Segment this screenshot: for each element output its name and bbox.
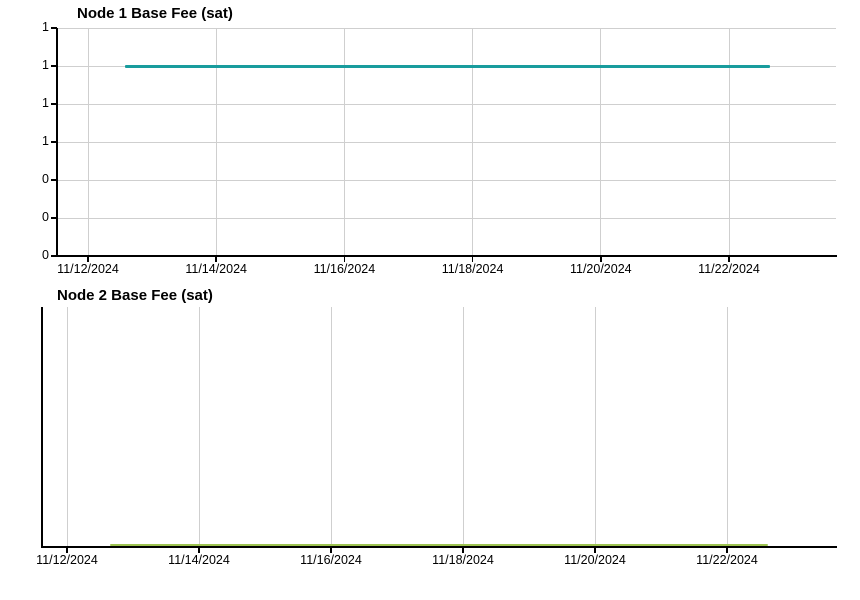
v-gridline [595,307,596,547]
v-gridline [88,28,89,256]
dashboard-base-fee-charts: Node 1 Base Fee (sat) 11/12/2024 11/14/20… [0,0,860,600]
x-tick-label: 11/18/2024 [428,262,518,277]
y-axis [56,28,58,257]
y-tick-mark [51,103,57,105]
y-tick-label: 0 [21,248,49,263]
v-gridline [67,307,68,547]
y-tick-label: 0 [21,172,49,187]
h-gridline [57,180,836,181]
x-tick-mark [462,547,464,553]
x-tick-mark [344,256,346,262]
x-tick-label: 11/22/2024 [682,553,772,568]
y-tick-mark [51,27,57,29]
h-gridline [57,218,836,219]
x-tick-label: 11/12/2024 [43,262,133,277]
y-tick-mark [51,255,57,257]
x-tick-mark [726,547,728,553]
x-tick-label: 11/16/2024 [299,262,389,277]
y-tick-label: 0 [21,210,49,225]
series-line-node-1-base-fee [125,65,770,68]
y-tick-label: 1 [21,58,49,73]
x-tick-label: 11/12/2024 [22,553,112,568]
x-tick-mark [472,256,474,262]
x-tick-mark [215,256,217,262]
y-tick-label: 1 [21,96,49,111]
x-tick-label: 11/14/2024 [154,553,244,568]
v-gridline [199,307,200,547]
x-axis [56,255,837,257]
y-tick-mark [51,65,57,67]
h-gridline [57,66,836,67]
chart-title-node2: Node 2 Base Fee (sat) [57,287,213,304]
x-tick-mark [330,547,332,553]
x-axis [41,546,837,548]
series-line-node-2-base-fee [110,544,768,546]
v-gridline [344,28,345,256]
x-tick-mark [66,547,68,553]
v-gridline [600,28,601,256]
v-gridline [331,307,332,547]
v-gridline [472,28,473,256]
h-gridline [57,142,836,143]
x-tick-mark [594,547,596,553]
x-tick-label: 11/20/2024 [550,553,640,568]
h-gridline [57,28,836,29]
x-tick-label: 11/18/2024 [418,553,508,568]
x-tick-mark [728,256,730,262]
y-axis [41,307,43,548]
chart-title-node1: Node 1 Base Fee (sat) [77,5,233,22]
x-tick-label: 11/22/2024 [684,262,774,277]
x-tick-mark [600,256,602,262]
h-gridline [57,104,836,105]
y-tick-label: 1 [21,134,49,149]
y-tick-mark [51,141,57,143]
x-tick-label: 11/20/2024 [556,262,646,277]
v-gridline [727,307,728,547]
y-tick-label: 1 [21,20,49,35]
x-tick-mark [198,547,200,553]
v-gridline [463,307,464,547]
y-tick-mark [51,217,57,219]
x-tick-mark [87,256,89,262]
v-gridline [216,28,217,256]
v-gridline [729,28,730,256]
y-tick-mark [51,179,57,181]
x-tick-label: 11/16/2024 [286,553,376,568]
x-tick-label: 11/14/2024 [171,262,261,277]
